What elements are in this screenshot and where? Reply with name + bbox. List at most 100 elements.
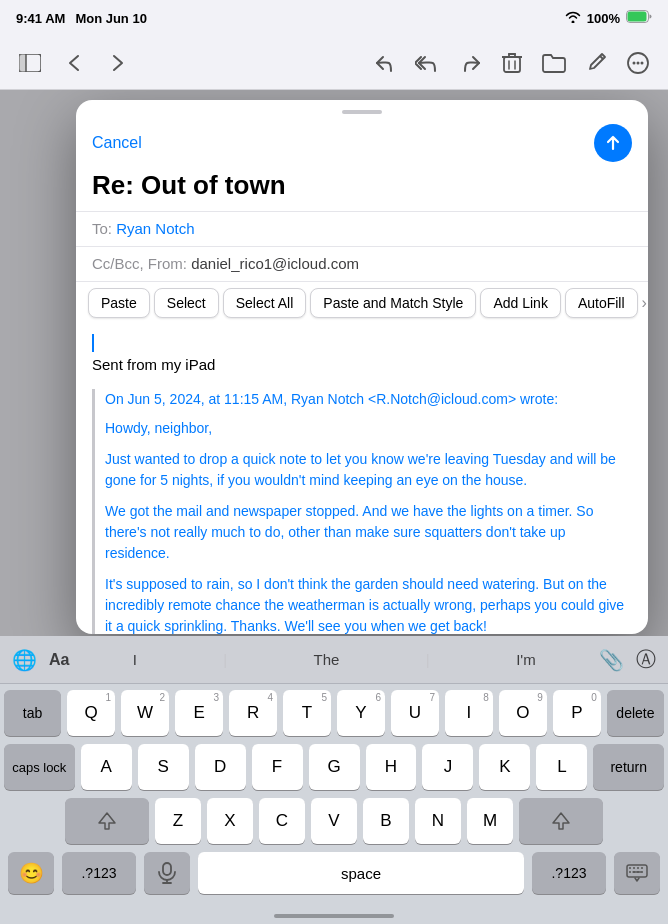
key-h[interactable]: H <box>366 744 417 790</box>
cancel-button[interactable]: Cancel <box>92 134 142 152</box>
wifi-icon <box>565 9 581 27</box>
compose-icon[interactable] <box>578 45 614 81</box>
key-m[interactable]: M <box>467 798 513 844</box>
key-p[interactable]: 0 P <box>553 690 601 736</box>
email-body[interactable]: Sent from my iPad On Jun 5, 2024, at 11:… <box>76 324 648 634</box>
sidebar-toggle-icon[interactable] <box>12 45 48 81</box>
key-d[interactable]: D <box>195 744 246 790</box>
key-caps-lock[interactable]: caps lock <box>4 744 75 790</box>
battery-percent: 100% <box>587 11 620 26</box>
toolbar-right-group <box>368 45 656 81</box>
kb-toolbar-left: 🌐 Aa <box>12 648 69 672</box>
forward-icon[interactable] <box>452 45 488 81</box>
send-button[interactable] <box>594 124 632 162</box>
more-icon[interactable] <box>620 45 656 81</box>
key-space[interactable]: space <box>198 852 524 894</box>
kb-word-the[interactable]: The <box>314 651 340 668</box>
key-shift-left[interactable] <box>65 798 149 844</box>
key-w[interactable]: 2 W <box>121 690 169 736</box>
key-l[interactable]: L <box>536 744 587 790</box>
key-shift-right[interactable] <box>519 798 603 844</box>
context-toolbar: Paste Select Select All Paste and Match … <box>76 281 648 324</box>
svg-line-12 <box>600 56 603 59</box>
svg-rect-17 <box>163 863 171 875</box>
kb-word-i[interactable]: I <box>133 651 137 668</box>
autofill-button[interactable]: AutoFill <box>565 288 638 318</box>
kb-word-im[interactable]: I'm <box>516 651 536 668</box>
key-r[interactable]: 4 R <box>229 690 277 736</box>
key-k[interactable]: K <box>479 744 530 790</box>
reply-icon[interactable] <box>368 45 404 81</box>
keyboard-area: 🌐 Aa I | The | I'm 📎 Ⓐ tab 1 Q 2 <box>0 636 668 924</box>
prev-message-icon[interactable] <box>56 45 92 81</box>
key-n[interactable]: N <box>415 798 461 844</box>
key-numsym-right[interactable]: .?123 <box>532 852 606 894</box>
kb-toolbar-center: I | The | I'm <box>69 651 599 668</box>
context-menu-more-icon[interactable]: › <box>642 289 647 317</box>
key-numsym-left[interactable]: .?123 <box>62 852 136 894</box>
key-s[interactable]: S <box>138 744 189 790</box>
key-emoji[interactable]: 😊 <box>8 852 54 894</box>
folder-icon[interactable] <box>536 45 572 81</box>
to-value[interactable]: Ryan Notch <box>116 220 194 237</box>
next-message-icon[interactable] <box>100 45 136 81</box>
cc-row: Cc/Bcc, From: daniel_rico1@icloud.com <box>76 246 648 281</box>
key-g[interactable]: G <box>309 744 360 790</box>
key-mic[interactable] <box>144 852 190 894</box>
keyboard-keys: tab 1 Q 2 W 3 E 4 R 5 T 6 <box>0 684 668 898</box>
key-tab[interactable]: tab <box>4 690 61 736</box>
key-y[interactable]: 6 Y <box>337 690 385 736</box>
kb-attach-icon[interactable]: 📎 <box>599 648 624 672</box>
key-b[interactable]: B <box>363 798 409 844</box>
kb-format-icon[interactable]: 🌐 <box>12 648 37 672</box>
subject-text[interactable]: Re: Out of town <box>92 170 632 201</box>
key-j[interactable]: J <box>422 744 473 790</box>
key-q[interactable]: 1 Q <box>67 690 115 736</box>
modal-header: Cancel <box>76 120 648 170</box>
reply-all-icon[interactable] <box>410 45 446 81</box>
key-return[interactable]: return <box>593 744 664 790</box>
battery-icon <box>626 9 652 27</box>
select-button[interactable]: Select <box>154 288 219 318</box>
svg-rect-5 <box>504 57 520 72</box>
key-delete[interactable]: delete <box>607 690 664 736</box>
quoted-header: On Jun 5, 2024, at 11:15 AM, Ryan Notch … <box>105 389 632 410</box>
to-label: To: <box>92 220 116 237</box>
svg-rect-3 <box>19 54 26 72</box>
paste-button[interactable]: Paste <box>88 288 150 318</box>
key-v[interactable]: V <box>311 798 357 844</box>
key-keyboard-dismiss[interactable] <box>614 852 660 894</box>
kb-aa-button[interactable]: Aa <box>49 651 69 669</box>
key-c[interactable]: C <box>259 798 305 844</box>
add-link-button[interactable]: Add Link <box>480 288 560 318</box>
key-a[interactable]: A <box>81 744 132 790</box>
cc-label: Cc/Bcc, From: daniel_rico1@icloud.com <box>92 255 359 272</box>
kb-row-bottom: 😊 .?123 space .?123 <box>4 852 664 894</box>
select-all-button[interactable]: Select All <box>223 288 307 318</box>
mail-toolbar <box>0 36 668 90</box>
text-cursor <box>92 334 94 352</box>
home-indicator <box>274 914 394 918</box>
key-o[interactable]: 9 O <box>499 690 547 736</box>
key-t[interactable]: 5 T <box>283 690 331 736</box>
paste-match-button[interactable]: Paste and Match Style <box>310 288 476 318</box>
quoted-para-3: We got the mail and newspaper stopped. A… <box>105 501 632 564</box>
key-e[interactable]: 3 E <box>175 690 223 736</box>
kb-dictate-icon[interactable]: Ⓐ <box>636 646 656 673</box>
drag-handle <box>342 110 382 114</box>
kb-row-2: caps lock A S D F G H J K L return <box>4 744 664 790</box>
sent-from-text: Sent from my iPad <box>92 356 632 373</box>
kb-row-3: Z X C V B N M <box>4 798 664 844</box>
key-f[interactable]: F <box>252 744 303 790</box>
svg-point-15 <box>637 61 640 64</box>
key-x[interactable]: X <box>207 798 253 844</box>
quoted-content: On Jun 5, 2024, at 11:15 AM, Ryan Notch … <box>92 389 632 634</box>
key-i[interactable]: 8 I <box>445 690 493 736</box>
kb-toolbar-right: 📎 Ⓐ <box>599 646 656 673</box>
key-u[interactable]: 7 U <box>391 690 439 736</box>
status-right: 100% <box>565 9 652 27</box>
to-row: To: Ryan Notch <box>76 211 648 246</box>
key-z[interactable]: Z <box>155 798 201 844</box>
quoted-para-2: Just wanted to drop a quick note to let … <box>105 449 632 491</box>
trash-icon[interactable] <box>494 45 530 81</box>
